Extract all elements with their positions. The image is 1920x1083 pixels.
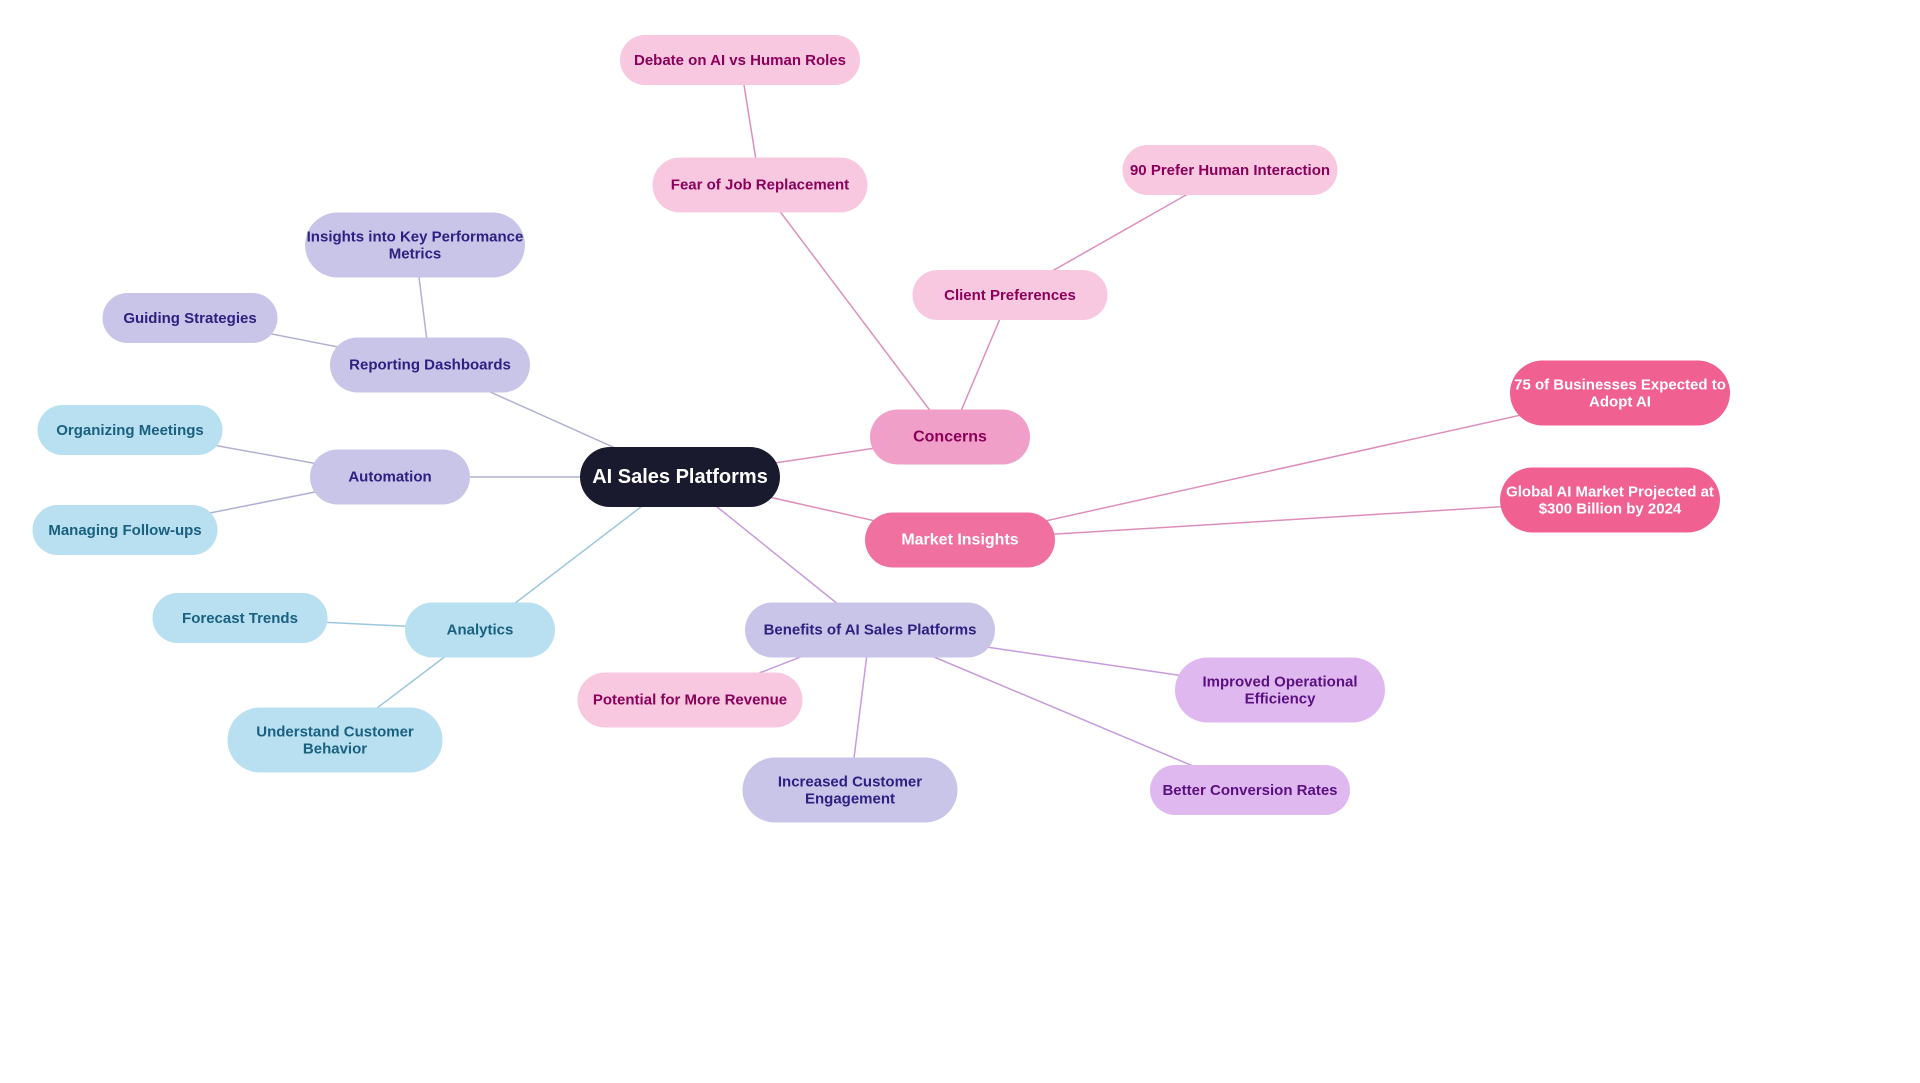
node-debate_ai[interactable]: Debate on AI vs Human Roles [620,35,860,85]
node-more_revenue[interactable]: Potential for More Revenue [578,673,803,728]
node-concerns[interactable]: Concerns [870,410,1030,465]
node-global_market[interactable]: Global AI Market Projected at $300 Billi… [1500,468,1720,533]
node-improved_ops[interactable]: Improved Operational Efficiency [1175,658,1385,723]
node-insights_kpi[interactable]: Insights into Key Performance Metrics [305,213,525,278]
node-forecast[interactable]: Forecast Trends [153,593,328,643]
node-reporting[interactable]: Reporting Dashboards [330,338,530,393]
node-market_insights[interactable]: Market Insights [865,513,1055,568]
mindmap-container: AI Sales Platforms Automation Analytics Rep… [0,0,1920,1083]
node-fear_job[interactable]: Fear of Job Replacement [653,158,868,213]
node-benefits[interactable]: Benefits of AI Sales Platforms [745,603,995,658]
node-guiding[interactable]: Guiding Strategies [103,293,278,343]
node-prefer_human[interactable]: 90 Prefer Human Interaction [1123,145,1338,195]
node-better_conv[interactable]: Better Conversion Rates [1150,765,1350,815]
node-understand[interactable]: Understand Customer Behavior [228,708,443,773]
node-cust_engage[interactable]: Increased Customer Engagement [743,758,958,823]
node-analytics[interactable]: Analytics [405,603,555,658]
node-center[interactable]: AI Sales Platforms [580,447,780,507]
node-automation[interactable]: Automation [310,450,470,505]
node-client_pref[interactable]: Client Preferences [913,270,1108,320]
node-75_adopt[interactable]: 75 of Businesses Expected to Adopt AI [1510,361,1730,426]
node-follow_ups[interactable]: Managing Follow-ups [33,505,218,555]
node-organizing[interactable]: Organizing Meetings [38,405,223,455]
